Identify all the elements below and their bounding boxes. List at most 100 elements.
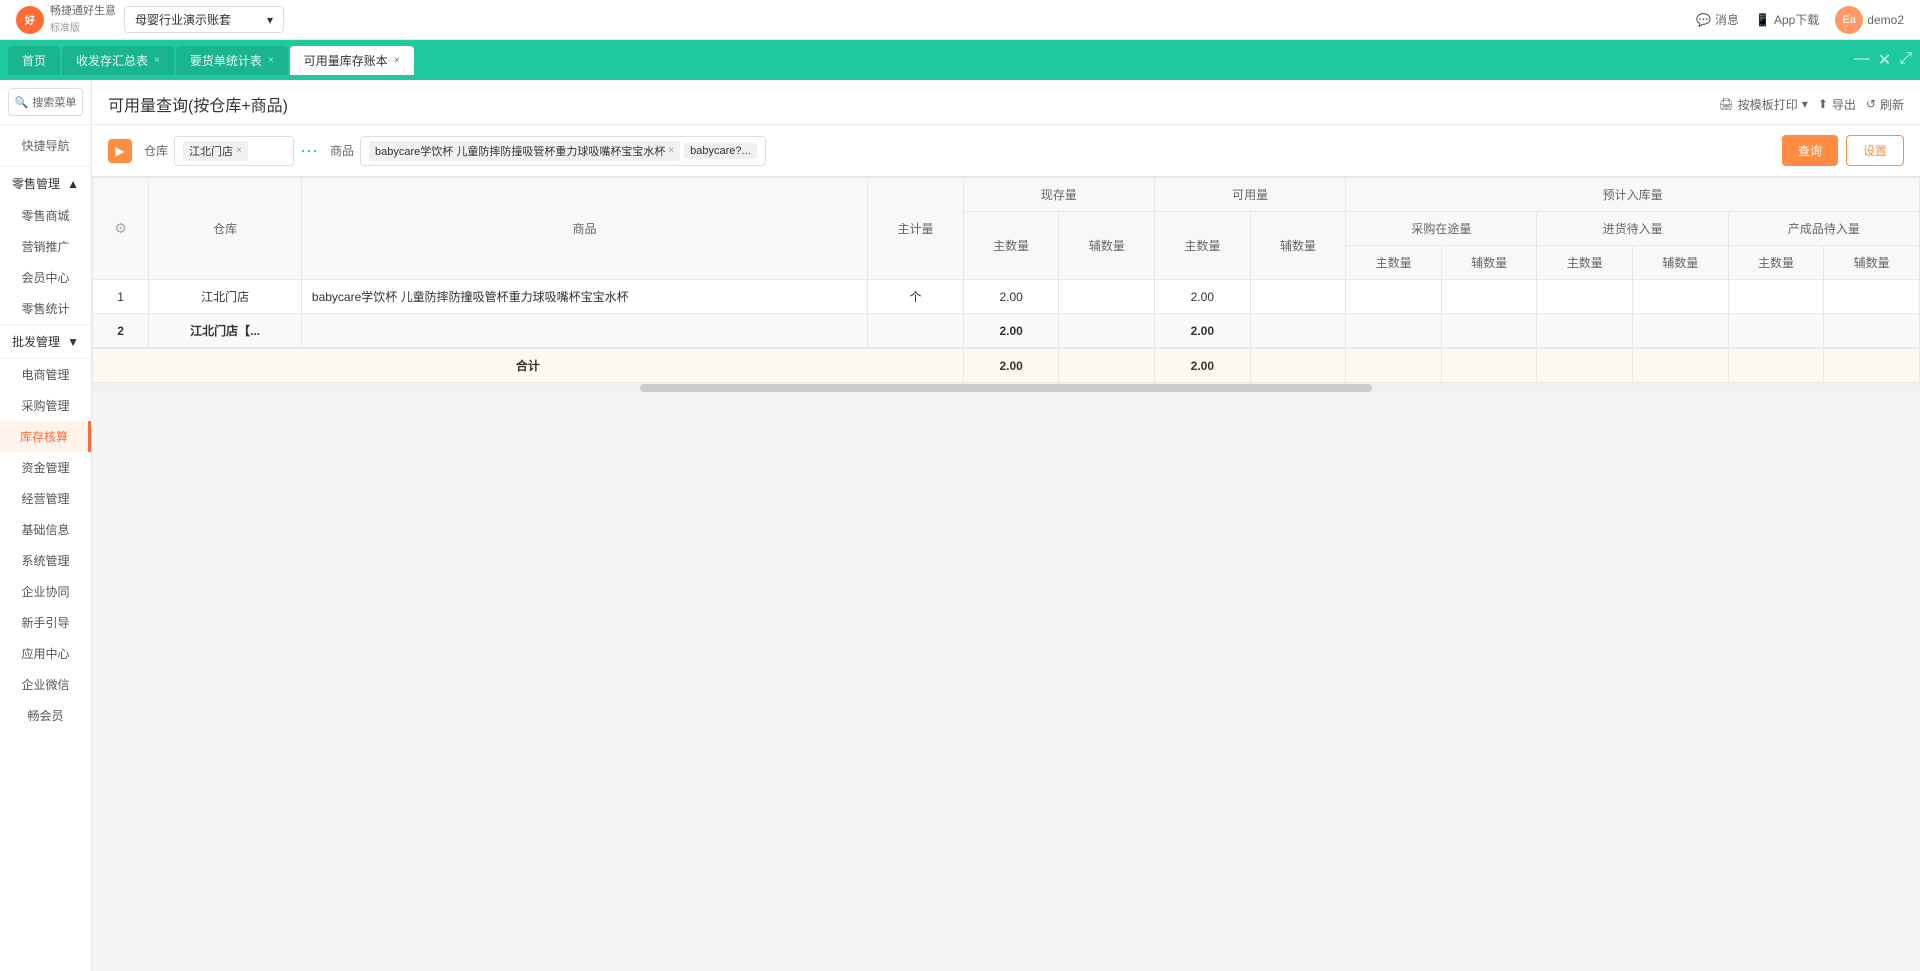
row-arrival-main-2 [1537, 314, 1633, 349]
tab-close-all-btn[interactable]: ✕ [1878, 50, 1891, 70]
tab-available-stock-close[interactable]: × [394, 55, 400, 66]
sidebar-item-ecommerce[interactable]: 电商管理 [0, 359, 91, 390]
scrollbar-thumb[interactable] [640, 384, 1371, 392]
filter-toggle-button[interactable]: ▶ [108, 139, 132, 163]
sidebar-item-retail-promo[interactable]: 营销推广 [0, 231, 91, 262]
table-row: 2 江北门店【... 2.00 2.00 [93, 314, 1920, 349]
row-product-1: babycare学饮杯 儿童防摔防撞吸管杯重力球吸嘴杯宝宝水杯 [301, 280, 867, 314]
horizontal-scrollbar[interactable] [92, 383, 1920, 393]
industry-select[interactable]: 母婴行业演示账套 ▾ [124, 6, 284, 33]
query-button[interactable]: 查询 [1782, 135, 1838, 166]
tab-home[interactable]: 首页 [8, 46, 60, 75]
user-area[interactable]: Ea demo2 [1835, 6, 1904, 34]
sidebar-item-system[interactable]: 系统管理 [0, 545, 91, 576]
row-no-2: 2 [93, 314, 149, 349]
sidebar-item-quick-nav[interactable]: 快捷导航 [0, 131, 91, 160]
sidebar-item-finance[interactable]: 资金管理 [0, 452, 91, 483]
message-icon: 💬 [1696, 13, 1711, 27]
warehouse-filter-input[interactable]: 江北门店 × [174, 136, 294, 166]
avatar-text: Ea [1843, 14, 1856, 26]
refresh-icon: ↺ [1866, 97, 1876, 111]
sidebar-item-purchase[interactable]: 采购管理 [0, 390, 91, 421]
footer-available-aux [1250, 348, 1346, 383]
th-purchase-aux: 辅数量 [1441, 246, 1537, 280]
table-container: ⚙ 仓库 商品 主计量 现存量 可用量 预计入库量 主数量 辅数量 主数量 辅数… [92, 177, 1920, 971]
product-tag-1-text: babycare学饮杯 儿童防摔防撞吸管杯重力球吸嘴杯宝宝水杯 [375, 143, 665, 159]
footer-current-main: 2.00 [963, 348, 1059, 383]
sidebar-section-retail-header[interactable]: 零售管理 ▲ [0, 167, 91, 200]
sidebar-search-area: 🔍 搜索菜单 [0, 80, 91, 125]
row-warehouse-1: 江北门店 [149, 280, 302, 314]
sidebar-item-app-center[interactable]: 应用中心 [0, 638, 91, 669]
page-header: 可用量查询(按仓库+商品) 🖨 按模板打印 ▾ ⬆ 导出 ↺ 刷新 [92, 80, 1920, 125]
tab-expand-btn[interactable]: ⤢ [1899, 50, 1912, 70]
refresh-button[interactable]: ↺ 刷新 [1866, 96, 1904, 113]
product-tag-2-text: babycare?... [690, 145, 751, 157]
tab-minimize-btn[interactable]: — [1854, 50, 1870, 70]
product-filter-input[interactable]: babycare学饮杯 儿童防摔防撞吸管杯重力球吸嘴杯宝宝水杯 × babyca… [360, 136, 766, 166]
row-available-aux-1 [1250, 280, 1346, 314]
product-tag-2: babycare?... [684, 143, 757, 159]
row-production-aux-2 [1824, 314, 1920, 349]
retail-section-label: 零售管理 [12, 175, 60, 192]
sidebar-item-vip[interactable]: 畅会员 [0, 700, 91, 731]
sidebar-item-new-guide[interactable]: 新手引导 [0, 607, 91, 638]
page-title: 可用量查询(按仓库+商品) [108, 92, 288, 116]
sidebar-item-enterprise-wx[interactable]: 企业微信 [0, 669, 91, 700]
tab-receivable-close[interactable]: × [154, 55, 160, 66]
export-label: 导出 [1832, 96, 1856, 113]
sidebar-item-basic-info[interactable]: 基础信息 [0, 514, 91, 545]
sidebar-item-enterprise-collab[interactable]: 企业协同 [0, 576, 91, 607]
row-unit-1: 个 [868, 280, 964, 314]
sidebar-item-retail-mall[interactable]: 零售商城 [0, 200, 91, 231]
app-download-action[interactable]: 📱 App下载 [1755, 11, 1819, 28]
product-tag-1: babycare学饮杯 儿童防摔防撞吸管杯重力球吸嘴杯宝宝水杯 × [369, 141, 680, 161]
tab-order-stats[interactable]: 要货单统计表 × [176, 46, 288, 75]
template-print-label: 按模板打印 [1738, 96, 1798, 113]
template-print-button[interactable]: 🖨 按模板打印 ▾ [1719, 96, 1808, 113]
sidebar: 🔍 搜索菜单 快捷导航 零售管理 ▲ 零售商城 营销推广 会员中心 零售统计 批… [0, 80, 92, 971]
app-icon: 📱 [1755, 13, 1770, 27]
print-icon: 🖨 [1719, 97, 1734, 111]
sidebar-section-wholesale-header[interactable]: 批发管理 ▼ [0, 325, 91, 358]
sidebar-item-retail-stats[interactable]: 零售统计 [0, 293, 91, 324]
row-arrival-main-1 [1537, 280, 1633, 314]
tab-available-stock[interactable]: 可用量库存账本 × [290, 46, 414, 75]
data-table: ⚙ 仓库 商品 主计量 现存量 可用量 预计入库量 主数量 辅数量 主数量 辅数… [92, 177, 1920, 383]
sidebar-nav: 快捷导航 [0, 125, 91, 167]
sidebar-item-inventory[interactable]: 库存核算 [0, 421, 91, 452]
table-footer-row: 合计 2.00 2.00 [93, 348, 1920, 383]
product-filter-group: 商品 babycare学饮杯 儿童防摔防撞吸管杯重力球吸嘴杯宝宝水杯 × bab… [330, 136, 766, 166]
message-action[interactable]: 💬 消息 [1696, 11, 1739, 28]
footer-production-main [1728, 348, 1824, 383]
footer-arrival-aux [1633, 348, 1729, 383]
sidebar-section-wholesale: 批发管理 ▼ [0, 325, 91, 359]
column-settings-icon[interactable]: ⚙ [114, 220, 127, 236]
chevron-down-icon-wholesale: ▼ [67, 335, 79, 349]
product-tag-1-close[interactable]: × [668, 145, 674, 156]
warehouse-filter-group: 仓库 江北门店 × ··· [144, 136, 318, 166]
filter-more-icon[interactable]: ··· [300, 140, 318, 161]
sidebar-section-retail: 零售管理 ▲ 零售商城 营销推广 会员中心 零售统计 [0, 167, 91, 325]
refresh-label: 刷新 [1880, 96, 1904, 113]
sidebar-search-button[interactable]: 🔍 搜索菜单 [8, 88, 83, 116]
logo-icon: 好 [16, 6, 44, 34]
logo-sub: 标准版 [50, 19, 116, 34]
tab-receivable[interactable]: 收发存汇总表 × [62, 46, 174, 75]
user-name: demo2 [1867, 13, 1904, 27]
main-layout: 🔍 搜索菜单 快捷导航 零售管理 ▲ 零售商城 营销推广 会员中心 零售统计 批… [0, 80, 1920, 971]
tab-available-stock-label: 可用量库存账本 [304, 52, 388, 69]
th-available-stock: 可用量 [1155, 178, 1346, 212]
warehouse-filter-label: 仓库 [144, 142, 168, 159]
sidebar-item-member-center[interactable]: 会员中心 [0, 262, 91, 293]
row-production-main-1 [1728, 280, 1824, 314]
tab-order-stats-close[interactable]: × [268, 55, 274, 66]
sidebar-item-operations[interactable]: 经营管理 [0, 483, 91, 514]
export-button[interactable]: ⬆ 导出 [1818, 96, 1856, 113]
th-warehouse: 仓库 [149, 178, 302, 280]
row-current-main-2: 2.00 [963, 314, 1059, 349]
tab-bar-actions: — ✕ ⤢ [1854, 50, 1912, 70]
warehouse-tag-close[interactable]: × [236, 145, 242, 156]
settings-button[interactable]: 设置 [1846, 135, 1904, 166]
th-purchase-main: 主数量 [1346, 246, 1442, 280]
